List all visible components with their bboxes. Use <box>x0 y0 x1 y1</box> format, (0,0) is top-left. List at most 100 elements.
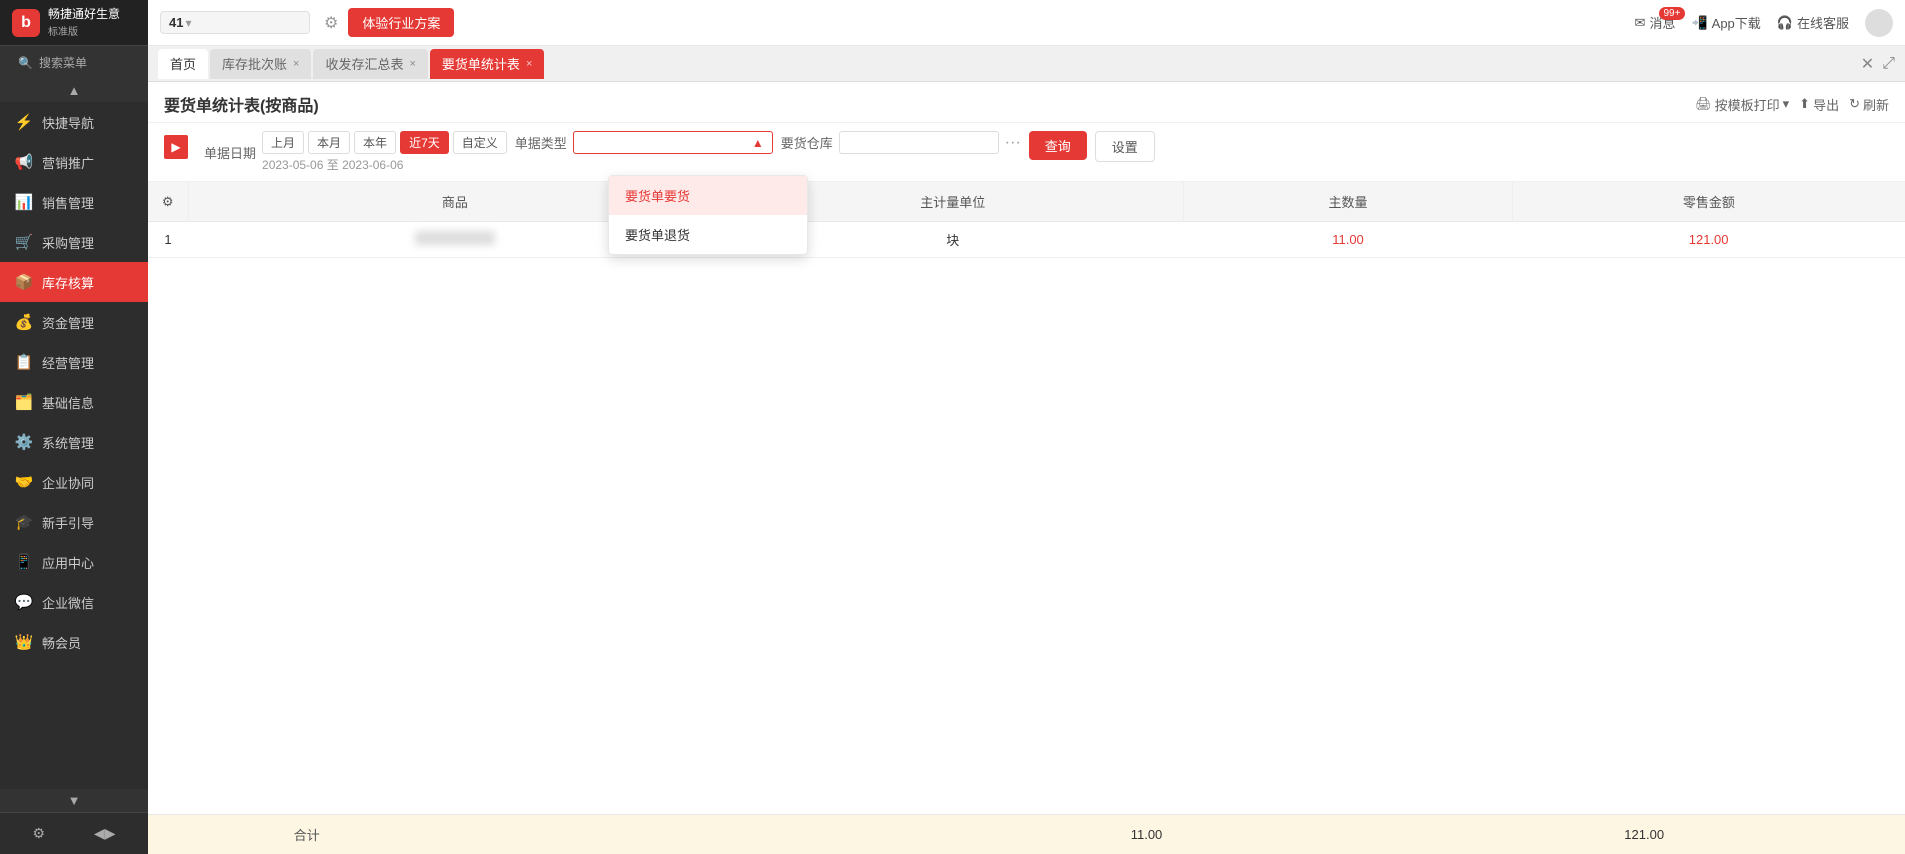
sidebar-item-label: 应用中心 <box>42 553 94 572</box>
table-body: 1 块 11.00 121.00 <box>148 222 1905 258</box>
search-icon: 🔍 <box>18 56 33 70</box>
footer-qty: 11.00 <box>898 827 1396 842</box>
topbar-count: 41 <box>169 15 183 30</box>
date-btn-lastmonth[interactable]: 上月 <box>262 131 304 154</box>
appcenter-icon: 📱 <box>14 552 34 572</box>
tab-orderstat[interactable]: 要货单统计表 × <box>430 49 544 79</box>
app-download-label: App下载 <box>1712 13 1761 32</box>
sidebar-item-label: 库存核算 <box>42 273 94 292</box>
sidebar-item-enterprise[interactable]: 🤝 企业协同 <box>0 462 148 502</box>
sidebar-item-marketing[interactable]: 📢 营销推广 <box>0 142 148 182</box>
print-btn[interactable]: 🖨 按模板打印 ▾ <box>1695 95 1789 114</box>
scroll-up-btn[interactable]: ▲ <box>0 79 148 102</box>
trial-btn[interactable]: 体验行业方案 <box>348 8 454 37</box>
tab-batch-close[interactable]: × <box>293 58 299 70</box>
filter-group: 单据日期 上月 本月 本年 近7天 自定义 2023-05-06 至 2023-… <box>204 131 1889 173</box>
sidebar-item-sales[interactable]: 📊 销售管理 <box>0 182 148 222</box>
cell-num: 1 <box>148 222 188 258</box>
finance-icon: 💰 <box>14 312 34 332</box>
sidebar-item-inventory[interactable]: 📦 库存核算 <box>0 262 148 302</box>
expand-tabs-btn[interactable]: ⤢ <box>1882 54 1895 74</box>
newbie-icon: 🎓 <box>14 512 34 532</box>
sidebar-search[interactable]: 🔍 搜索菜单 <box>0 46 148 79</box>
export-btn[interactable]: ⬆ 导出 <box>1799 95 1839 114</box>
filter-expand-btn[interactable]: ▶ <box>164 135 188 159</box>
sidebar-item-finance[interactable]: 💰 资金管理 <box>0 302 148 342</box>
sidebar-nav: ⚡ 快捷导航 📢 营销推广 📊 销售管理 🛒 采购管理 📦 库存核算 💰 资金管… <box>0 102 148 789</box>
more-filters-icon[interactable]: ··· <box>1005 134 1021 152</box>
avatar[interactable] <box>1865 9 1893 37</box>
download-icon: 📲 <box>1691 15 1707 31</box>
online-service-btn[interactable]: 🎧 在线客服 <box>1777 13 1849 32</box>
refresh-label: 刷新 <box>1863 95 1889 114</box>
message-icon: ✉ <box>1635 15 1646 31</box>
app-subtitle: 标准版 <box>48 23 120 38</box>
date-btn-thismonth[interactable]: 本月 <box>308 131 350 154</box>
dropdown-option-yh-return[interactable]: 要货单退货 <box>609 215 807 254</box>
sidebar-item-appcenter[interactable]: 📱 应用中心 <box>0 542 148 582</box>
sidebar-item-wechat[interactable]: 💬 企业微信 <box>0 582 148 622</box>
expand-icon[interactable]: ▾ <box>185 16 191 30</box>
warehouse-label: 要货仓库 <box>781 133 833 152</box>
data-table: ⚙ 商品 主计量单位 主数量 零售金额 1 块 11.00 <box>148 182 1905 258</box>
refresh-btn[interactable]: ↻ 刷新 <box>1849 95 1889 114</box>
sidebar-item-operation[interactable]: 📋 经营管理 <box>0 342 148 382</box>
sidebar-item-system[interactable]: ⚙️ 系统管理 <box>0 422 148 462</box>
tab-batch[interactable]: 库存批次账 × <box>210 49 311 79</box>
type-dropdown[interactable]: ▲ <box>573 131 773 154</box>
print-label: 按模板打印 <box>1715 95 1780 114</box>
date-btn-thisyear[interactable]: 本年 <box>354 131 396 154</box>
sidebar-item-purchase[interactable]: 🛒 采购管理 <box>0 222 148 262</box>
filter-bar: ▶ 单据日期 上月 本月 本年 近7天 自定义 2023-05-06 至 202… <box>148 123 1905 182</box>
date-btn-custom[interactable]: 自定义 <box>453 131 507 154</box>
marketing-icon: 📢 <box>14 152 34 172</box>
sidebar-item-label: 企业微信 <box>42 593 94 612</box>
tab-batch-label: 库存批次账 <box>222 54 287 73</box>
sidebar: b 畅捷通好生意 标准版 🔍 搜索菜单 ▲ ⚡ 快捷导航 📢 营销推广 📊 销售… <box>0 0 148 854</box>
settings-filter-button[interactable]: 设置 <box>1095 131 1155 162</box>
logo-icon: b <box>12 9 40 37</box>
sidebar-bottom: ⚙ ◀▶ <box>0 812 148 854</box>
close-all-btn[interactable]: ✕ <box>1861 54 1874 74</box>
dropdown-option-yh-order[interactable]: 要货单要货 <box>609 176 807 215</box>
scroll-down-btn[interactable]: ▼ <box>0 789 148 812</box>
app-download-btn[interactable]: 📲 App下载 <box>1691 13 1760 32</box>
sidebar-item-quicknav[interactable]: ⚡ 快捷导航 <box>0 102 148 142</box>
purchase-icon: 🛒 <box>14 232 34 252</box>
member-icon: 👑 <box>14 632 34 652</box>
tab-recvsum[interactable]: 收发存汇总表 × <box>313 49 427 79</box>
settings-bottom-btn[interactable]: ⚙ <box>28 821 49 846</box>
type-dropdown-popup: 要货单要货 要货单退货 <box>608 175 808 255</box>
warehouse-dropdown[interactable] <box>839 131 999 154</box>
tab-recvsum-close[interactable]: × <box>409 58 415 70</box>
table-header-row: ⚙ 商品 主计量单位 主数量 零售金额 <box>148 182 1905 222</box>
export-label: 导出 <box>1813 95 1839 114</box>
topbar-gear-icon[interactable]: ⚙ <box>324 13 338 33</box>
tabbar-actions: ✕ ⤢ <box>1861 54 1895 74</box>
type-dropdown-text <box>582 135 752 150</box>
message-btn[interactable]: ✉ 消息 99+ <box>1635 13 1676 32</box>
th-settings[interactable]: ⚙ <box>148 182 188 222</box>
type-filter: 单据类型 ▲ <box>515 131 773 154</box>
cell-amount[interactable]: 121.00 <box>1512 222 1905 258</box>
tab-orderstat-close[interactable]: × <box>526 58 532 70</box>
th-qty: 主数量 <box>1184 182 1513 222</box>
sidebar-item-newbie[interactable]: 🎓 新手引导 <box>0 502 148 542</box>
table-wrapper: ⚙ 商品 主计量单位 主数量 零售金额 1 块 11.00 <box>148 182 1905 814</box>
sidebar-item-basic[interactable]: 🗂️ 基础信息 <box>0 382 148 422</box>
main-area: 41 ▾ ⚙ 体验行业方案 ✉ 消息 99+ 📲 App下载 🎧 在线客服 首页 <box>148 0 1905 854</box>
sidebar-item-label: 企业协同 <box>42 473 94 492</box>
date-btn-7days[interactable]: 近7天 <box>400 131 449 154</box>
page-title: 要货单统计表(按商品) <box>164 92 319 116</box>
th-amount: 零售金额 <box>1512 182 1905 222</box>
sidebar-item-label: 营销推广 <box>42 153 94 172</box>
type-label: 单据类型 <box>515 133 567 152</box>
sidebar-item-member[interactable]: 👑 畅会员 <box>0 622 148 662</box>
topbar-right: ✉ 消息 99+ 📲 App下载 🎧 在线客服 <box>1635 9 1893 37</box>
cell-qty[interactable]: 11.00 <box>1184 222 1513 258</box>
query-button[interactable]: 查询 <box>1029 131 1087 160</box>
collapse-btn[interactable]: ◀▶ <box>90 821 120 846</box>
table-footer: 合计 11.00 121.00 <box>148 814 1905 854</box>
tab-home[interactable]: 首页 <box>158 49 208 79</box>
table-row: 1 块 11.00 121.00 <box>148 222 1905 258</box>
